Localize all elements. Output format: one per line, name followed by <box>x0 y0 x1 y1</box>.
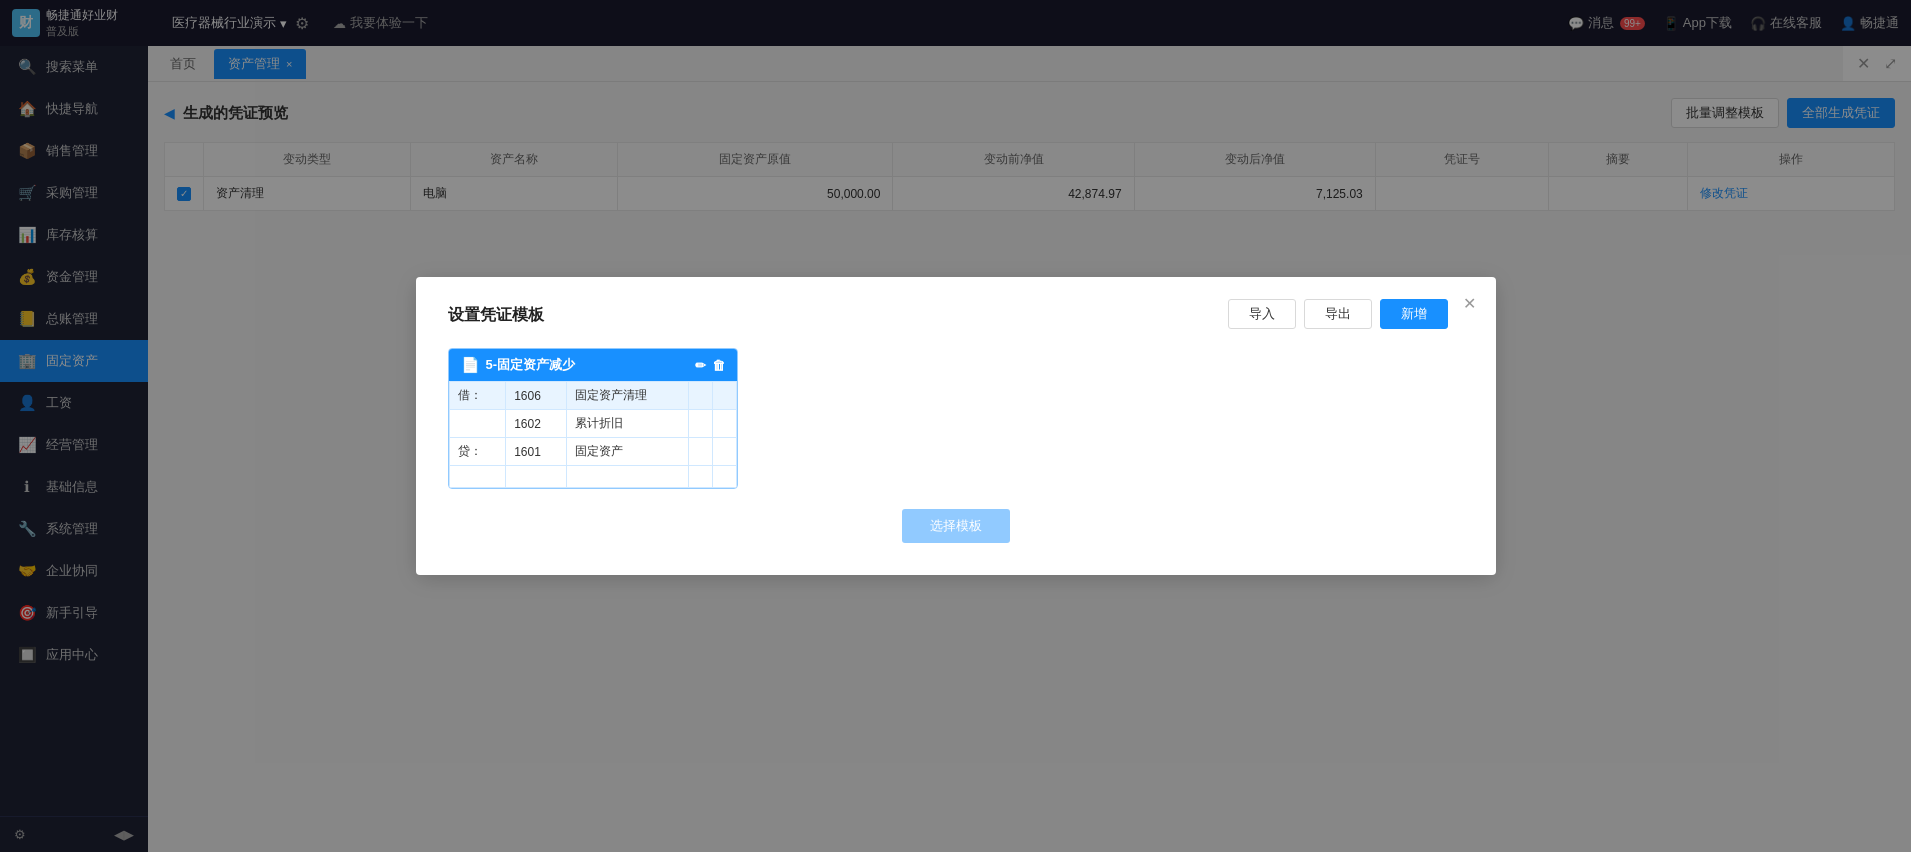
template-debit-name1: 固定资产清理 <box>566 382 689 410</box>
template-card-header: 📄 5-固定资产减少 ✏ 🗑 <box>449 349 737 381</box>
template-debit-code1: 1606 <box>506 382 566 410</box>
export-button[interactable]: 导出 <box>1304 299 1372 329</box>
template-credit-code1: 1601 <box>506 438 566 466</box>
template-icon: 📄 <box>461 356 480 374</box>
new-template-button[interactable]: 新增 <box>1380 299 1448 329</box>
template-credit-row: 贷： 1601 固定资产 <box>449 438 736 466</box>
template-credit-label: 贷： <box>449 438 506 466</box>
modal-toolbar: 导入 导出 新增 <box>1228 299 1448 329</box>
template-empty-row <box>449 466 736 488</box>
set-template-modal: 设置凭证模板 导入 导出 新增 ✕ 📄 5-固定资产减少 ✏ 🗑 借： <box>416 277 1496 575</box>
delete-template-icon[interactable]: 🗑 <box>712 358 725 373</box>
template-col4 <box>689 382 712 410</box>
template-col4 <box>689 410 712 438</box>
template-table: 借： 1606 固定资产清理 1602 累计折旧 贷： <box>449 381 737 488</box>
template-debit-header-row: 借： 1606 固定资产清理 <box>449 382 736 410</box>
template-indent <box>449 410 506 438</box>
template-card: 📄 5-固定资产减少 ✏ 🗑 借： 1606 固定资产清理 <box>448 348 738 489</box>
import-button[interactable]: 导入 <box>1228 299 1296 329</box>
template-debit-label: 借： <box>449 382 506 410</box>
template-col4 <box>689 438 712 466</box>
template-col5 <box>712 410 736 438</box>
template-actions: ✏ 🗑 <box>695 358 725 373</box>
modal-close-button[interactable]: ✕ <box>1458 291 1482 315</box>
modal-overlay: 设置凭证模板 导入 导出 新增 ✕ 📄 5-固定资产减少 ✏ 🗑 借： <box>0 0 1911 852</box>
template-debit-code2: 1602 <box>506 410 566 438</box>
template-debit-row2: 1602 累计折旧 <box>449 410 736 438</box>
template-col5 <box>712 438 736 466</box>
template-credit-name1: 固定资产 <box>566 438 689 466</box>
edit-template-icon[interactable]: ✏ <box>695 358 706 373</box>
select-template-button[interactable]: 选择模板 <box>902 509 1010 543</box>
template-col5 <box>712 382 736 410</box>
template-debit-name2: 累计折旧 <box>566 410 689 438</box>
template-name: 5-固定资产减少 <box>486 356 689 374</box>
